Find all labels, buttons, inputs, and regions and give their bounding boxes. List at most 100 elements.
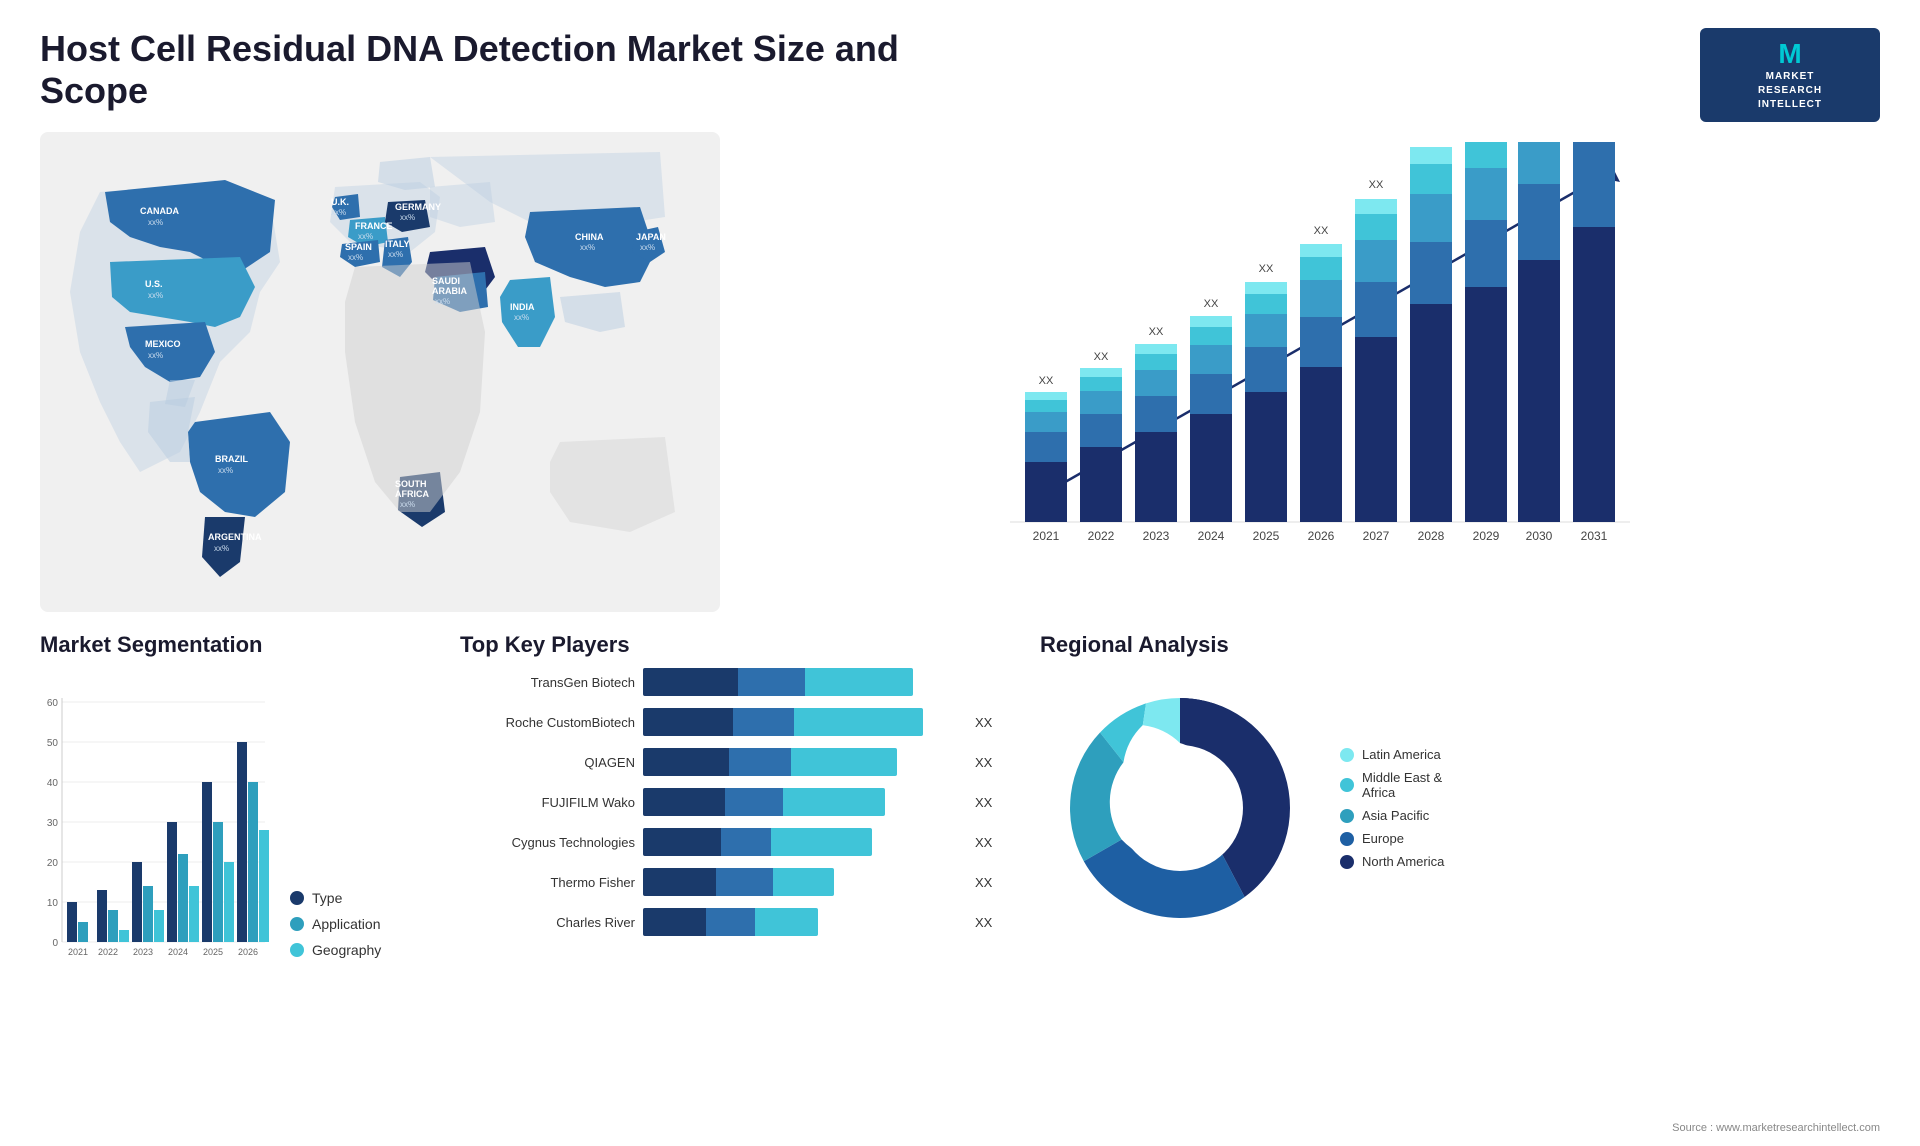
bar-chart-svg: XX 2021 XX 2022 XX 2023 bbox=[760, 142, 1860, 602]
player-bar bbox=[643, 828, 872, 856]
table-row: FUJIFILM Wako XX bbox=[460, 788, 1000, 816]
svg-text:SOUTH: SOUTH bbox=[395, 479, 427, 489]
logo-box: M MARKET RESEARCH INTELLECT bbox=[1700, 28, 1880, 122]
player-bar-container bbox=[643, 868, 961, 896]
segmentation-section: Market Segmentation 0 10 20 30 40 50 60 bbox=[40, 632, 420, 1062]
svg-text:0: 0 bbox=[52, 938, 58, 949]
player-name: QIAGEN bbox=[460, 755, 635, 770]
legend-north-america-label: North America bbox=[1362, 854, 1444, 869]
bar-dark bbox=[643, 788, 725, 816]
player-value: XX bbox=[975, 715, 1000, 730]
players-section: Top Key Players TransGen Biotech Roche C… bbox=[460, 632, 1000, 1062]
player-name: Roche CustomBiotech bbox=[460, 715, 635, 730]
svg-text:2027: 2027 bbox=[1363, 529, 1390, 543]
bar-light bbox=[755, 908, 818, 936]
donut-area: Latin America Middle East &Africa Asia P… bbox=[1040, 668, 1880, 948]
svg-text:xx%: xx% bbox=[148, 351, 163, 360]
player-name: Charles River bbox=[460, 915, 635, 930]
table-row: Cygnus Technologies XX bbox=[460, 828, 1000, 856]
svg-text:xx%: xx% bbox=[331, 208, 346, 217]
svg-text:30: 30 bbox=[47, 818, 59, 829]
svg-text:2026: 2026 bbox=[1308, 529, 1335, 543]
table-row: QIAGEN XX bbox=[460, 748, 1000, 776]
legend-type-label: Type bbox=[312, 890, 342, 906]
svg-text:INDIA: INDIA bbox=[510, 302, 535, 312]
svg-text:xx%: xx% bbox=[148, 218, 163, 227]
svg-text:ARGENTINA: ARGENTINA bbox=[208, 532, 262, 542]
player-bar bbox=[643, 668, 913, 696]
seg-chart-area: 0 10 20 30 40 50 60 bbox=[40, 668, 420, 968]
players-title: Top Key Players bbox=[460, 632, 1000, 658]
legend-europe-label: Europe bbox=[1362, 831, 1404, 846]
svg-text:XX: XX bbox=[1259, 263, 1274, 275]
main-content: CANADA xx% U.S. xx% MEXICO xx% BRAZIL xx… bbox=[0, 132, 1920, 612]
map-section: CANADA xx% U.S. xx% MEXICO xx% BRAZIL xx… bbox=[40, 132, 720, 612]
player-bar-container bbox=[643, 788, 961, 816]
svg-text:GERMANY: GERMANY bbox=[395, 202, 441, 212]
legend-europe-dot bbox=[1340, 832, 1354, 846]
bar-light bbox=[794, 708, 923, 736]
svg-text:xx%: xx% bbox=[400, 500, 415, 509]
svg-text:2024: 2024 bbox=[1198, 529, 1225, 543]
player-bar-container bbox=[643, 708, 961, 736]
player-value: XX bbox=[975, 875, 1000, 890]
bottom-section: Market Segmentation 0 10 20 30 40 50 60 bbox=[0, 612, 1920, 1072]
svg-text:xx%: xx% bbox=[214, 544, 229, 553]
bar-light bbox=[791, 748, 898, 776]
source-text: Source : www.marketresearchintellect.com bbox=[1672, 1122, 1880, 1134]
donut-chart-svg bbox=[1040, 668, 1320, 948]
svg-text:xx%: xx% bbox=[388, 250, 403, 259]
svg-text:U.S.: U.S. bbox=[145, 279, 163, 289]
svg-text:2029: 2029 bbox=[1473, 529, 1500, 543]
svg-text:SAUDI: SAUDI bbox=[432, 276, 460, 286]
svg-text:SPAIN: SPAIN bbox=[345, 242, 372, 252]
legend-asia-pacific-dot bbox=[1340, 809, 1354, 823]
svg-text:2026: 2026 bbox=[238, 947, 258, 957]
legend-north-america-dot bbox=[1340, 855, 1354, 869]
bar-chart-section: XX 2021 XX 2022 XX 2023 bbox=[740, 132, 1880, 612]
bar-light bbox=[783, 788, 885, 816]
table-row: Roche CustomBiotech XX bbox=[460, 708, 1000, 736]
legend-middle-east: Middle East &Africa bbox=[1340, 770, 1444, 800]
svg-text:U.K.: U.K. bbox=[331, 197, 349, 207]
player-bar bbox=[643, 868, 834, 896]
legend-europe: Europe bbox=[1340, 831, 1444, 846]
svg-text:xx%: xx% bbox=[358, 232, 373, 241]
svg-text:XX: XX bbox=[1369, 179, 1384, 191]
player-name: Thermo Fisher bbox=[460, 875, 635, 890]
svg-text:40: 40 bbox=[47, 778, 59, 789]
bar-dark bbox=[643, 708, 733, 736]
player-bar-container bbox=[643, 748, 961, 776]
player-bar bbox=[643, 708, 923, 736]
player-bar bbox=[643, 908, 818, 936]
svg-text:xx%: xx% bbox=[148, 291, 163, 300]
bar-mid bbox=[725, 788, 783, 816]
world-map-svg: CANADA xx% U.S. xx% MEXICO xx% BRAZIL xx… bbox=[40, 132, 720, 612]
table-row: Thermo Fisher XX bbox=[460, 868, 1000, 896]
legend-asia-pacific-label: Asia Pacific bbox=[1362, 808, 1429, 823]
legend-type: Type bbox=[290, 890, 381, 906]
bar-mid bbox=[729, 748, 790, 776]
svg-text:CHINA: CHINA bbox=[575, 232, 604, 242]
legend-asia-pacific: Asia Pacific bbox=[1340, 808, 1444, 823]
bar-dark bbox=[643, 868, 716, 896]
legend-application: Application bbox=[290, 916, 381, 932]
svg-text:2030: 2030 bbox=[1526, 529, 1553, 543]
player-value: XX bbox=[975, 915, 1000, 930]
svg-text:2028: 2028 bbox=[1418, 529, 1445, 543]
bar-mid bbox=[738, 668, 806, 696]
svg-text:FRANCE: FRANCE bbox=[355, 221, 393, 231]
svg-text:2024: 2024 bbox=[168, 947, 188, 957]
header: Host Cell Residual DNA Detection Market … bbox=[0, 0, 1920, 132]
logo-text: MARKET RESEARCH INTELLECT bbox=[1716, 70, 1864, 112]
svg-text:xx%: xx% bbox=[348, 253, 363, 262]
legend-latin-america-label: Latin America bbox=[1362, 747, 1441, 762]
svg-text:2022: 2022 bbox=[98, 947, 118, 957]
player-value: XX bbox=[975, 755, 1000, 770]
bar-dark bbox=[643, 748, 729, 776]
player-name: FUJIFILM Wako bbox=[460, 795, 635, 810]
svg-text:2021: 2021 bbox=[68, 947, 88, 957]
legend-middle-east-label: Middle East &Africa bbox=[1362, 770, 1442, 800]
player-bar-container bbox=[643, 908, 961, 936]
page-title: Host Cell Residual DNA Detection Market … bbox=[40, 28, 940, 112]
